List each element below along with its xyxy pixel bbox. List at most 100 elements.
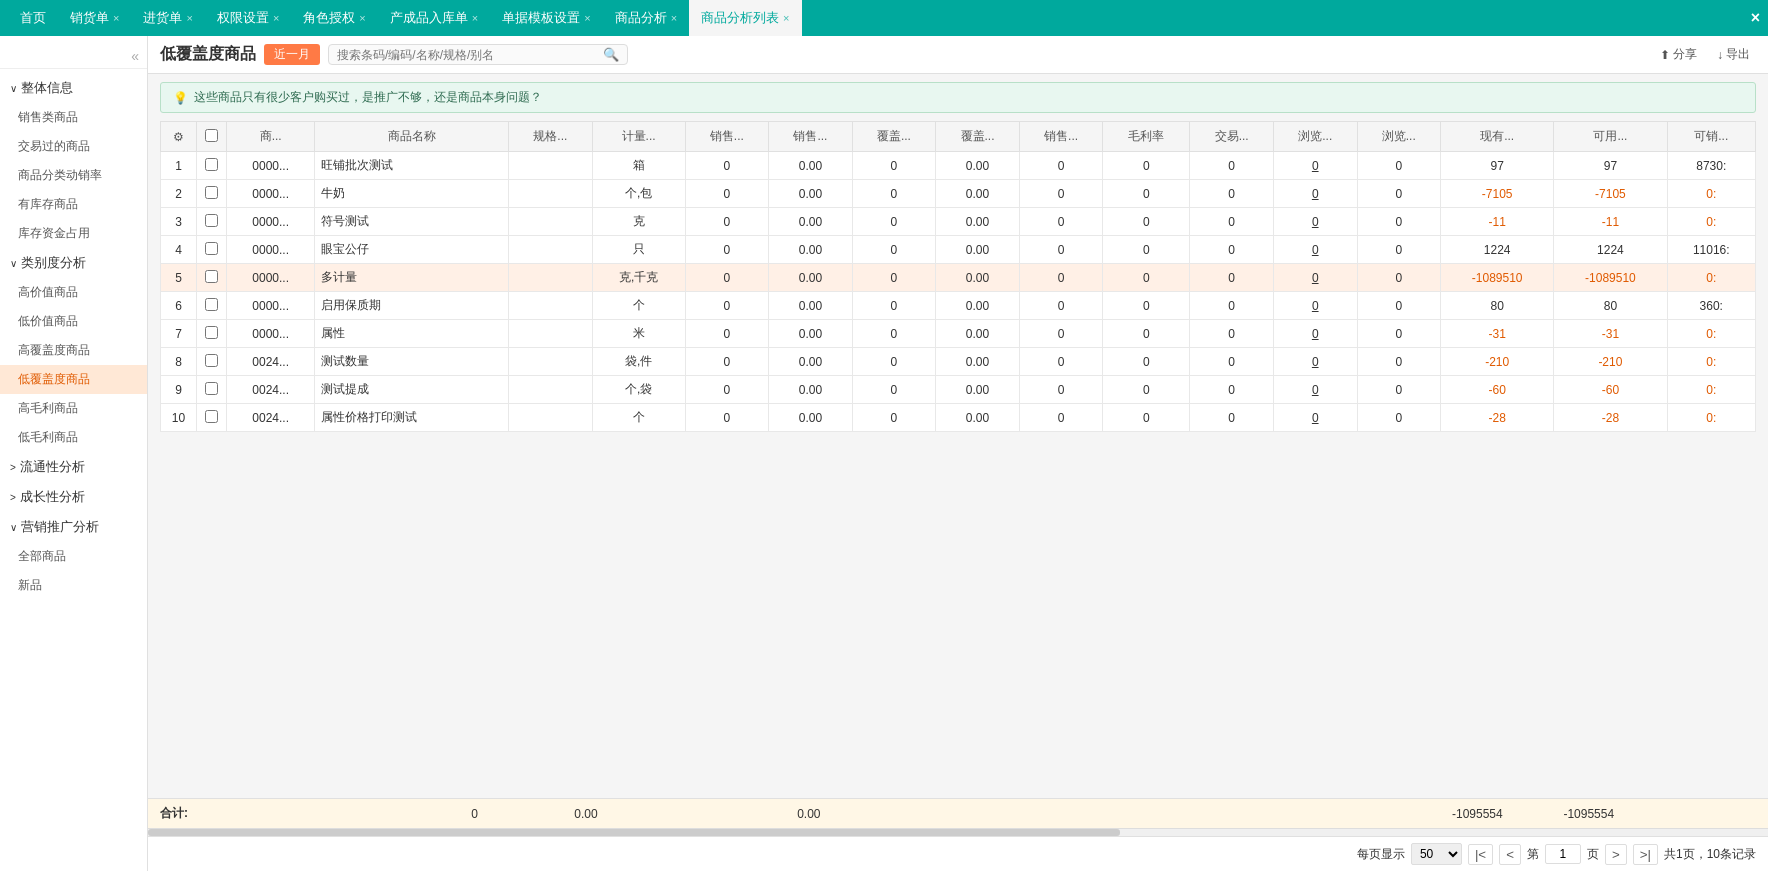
th-code[interactable]: 商... [227, 122, 315, 152]
sidebar-item-low-margin[interactable]: 低毛利商品 [0, 423, 147, 452]
nav-tab-sales[interactable]: 销货单 × [58, 0, 131, 36]
table-area[interactable]: ⚙ 商... 商品名称 规格... 计量... 销售... 销售... 覆盖..… [148, 121, 1768, 798]
sidebar-item-traded-goods[interactable]: 交易过的商品 [0, 132, 147, 161]
close-all-button[interactable]: × [1751, 9, 1760, 27]
prev-page-button[interactable]: < [1499, 844, 1521, 865]
close-icon[interactable]: × [273, 12, 279, 24]
sidebar-item-low-coverage[interactable]: 低覆盖度商品 [0, 365, 147, 394]
close-icon[interactable]: × [359, 12, 365, 24]
time-filter-button[interactable]: 近一月 [264, 44, 320, 65]
nav-tab-analysis-list[interactable]: 商品分析列表 × [689, 0, 801, 36]
close-icon[interactable]: × [584, 12, 590, 24]
row-gross-margin: 0 [1103, 348, 1190, 376]
row-browse1[interactable]: 0 [1273, 236, 1357, 264]
sidebar-item-stock-capital[interactable]: 库存资金占用 [0, 219, 147, 248]
table-row[interactable]: 8 0024... 测试数量 袋,件 0 0.00 0 0.00 0 0 0 0… [161, 348, 1756, 376]
row-checkbox[interactable] [197, 236, 227, 264]
table-row[interactable]: 4 0000... 眼宝公仔 只 0 0.00 0 0.00 0 0 0 0 0… [161, 236, 1756, 264]
sidebar-item-low-value[interactable]: 低价值商品 [0, 307, 147, 336]
sidebar-item-high-coverage[interactable]: 高覆盖度商品 [0, 336, 147, 365]
last-page-button[interactable]: >| [1633, 844, 1658, 865]
row-checkbox[interactable] [197, 264, 227, 292]
sidebar-section-overall[interactable]: ∨ 整体信息 [0, 73, 147, 103]
table-row[interactable]: 2 0000... 牛奶 个,包 0 0.00 0 0.00 0 0 0 0 0… [161, 180, 1756, 208]
search-icon[interactable]: 🔍 [603, 47, 619, 62]
th-sales-amt[interactable]: 销售... [769, 122, 853, 152]
sidebar-item-new-goods[interactable]: 新品 [0, 571, 147, 600]
sidebar-section-category[interactable]: ∨ 类别度分析 [0, 248, 147, 278]
nav-tab-template[interactable]: 单据模板设置 × [490, 0, 602, 36]
close-icon[interactable]: × [783, 12, 789, 24]
row-browse1[interactable]: 0 [1273, 320, 1357, 348]
th-trade[interactable]: 交易... [1190, 122, 1274, 152]
next-page-button[interactable]: > [1605, 844, 1627, 865]
table-row[interactable]: 6 0000... 启用保质期 个 0 0.00 0 0.00 0 0 0 0 … [161, 292, 1756, 320]
row-browse1[interactable]: 0 [1273, 264, 1357, 292]
nav-tab-home[interactable]: 首页 [8, 0, 58, 36]
sidebar-section-liquidity[interactable]: > 流通性分析 [0, 452, 147, 482]
row-checkbox[interactable] [197, 404, 227, 432]
sidebar-item-high-margin[interactable]: 高毛利商品 [0, 394, 147, 423]
th-name[interactable]: 商品名称 [315, 122, 509, 152]
select-all-checkbox[interactable] [205, 129, 218, 142]
sidebar-section-marketing[interactable]: ∨ 营销推广分析 [0, 512, 147, 542]
close-icon[interactable]: × [472, 12, 478, 24]
row-browse1[interactable]: 0 [1273, 208, 1357, 236]
row-checkbox[interactable] [197, 320, 227, 348]
sidebar-section-growth[interactable]: > 成长性分析 [0, 482, 147, 512]
table-row[interactable]: 10 0024... 属性价格打印测试 个 0 0.00 0 0.00 0 0 … [161, 404, 1756, 432]
table-row[interactable]: 7 0000... 属性 米 0 0.00 0 0.00 0 0 0 0 0 -… [161, 320, 1756, 348]
nav-tab-permissions[interactable]: 权限设置 × [205, 0, 291, 36]
sidebar-item-stocked-goods[interactable]: 有库存商品 [0, 190, 147, 219]
table-row[interactable]: 3 0000... 符号测试 克 0 0.00 0 0.00 0 0 0 0 0… [161, 208, 1756, 236]
row-browse1[interactable]: 0 [1273, 404, 1357, 432]
close-icon[interactable]: × [186, 12, 192, 24]
sidebar-item-category-rate[interactable]: 商品分类动销率 [0, 161, 147, 190]
th-unit[interactable]: 计量... [592, 122, 685, 152]
row-browse1[interactable]: 0 [1273, 180, 1357, 208]
th-sales-qty[interactable]: 销售... [685, 122, 769, 152]
nav-tab-warehouse[interactable]: 产成品入库单 × [378, 0, 490, 36]
settings-icon[interactable]: ⚙ [173, 130, 184, 144]
share-button[interactable]: ⬆ 分享 [1654, 44, 1703, 65]
th-sales-count[interactable]: 销售... [1019, 122, 1103, 152]
th-settings[interactable]: ⚙ [161, 122, 197, 152]
th-spec[interactable]: 规格... [509, 122, 593, 152]
th-stock-now[interactable]: 现有... [1441, 122, 1554, 152]
sidebar-item-sales-goods[interactable]: 销售类商品 [0, 103, 147, 132]
close-icon[interactable]: × [113, 12, 119, 24]
row-trade: 0 [1190, 292, 1274, 320]
row-browse1[interactable]: 0 [1273, 348, 1357, 376]
sidebar-item-all-goods[interactable]: 全部商品 [0, 542, 147, 571]
table-row[interactable]: 1 0000... 旺铺批次测试 箱 0 0.00 0 0.00 0 0 0 0… [161, 152, 1756, 180]
search-input[interactable] [337, 48, 603, 62]
export-button[interactable]: ↓ 导出 [1711, 44, 1756, 65]
row-checkbox[interactable] [197, 348, 227, 376]
th-cover2[interactable]: 覆盖... [936, 122, 1020, 152]
th-gross-margin[interactable]: 毛利率 [1103, 122, 1190, 152]
row-checkbox[interactable] [197, 208, 227, 236]
th-cover1[interactable]: 覆盖... [852, 122, 936, 152]
row-browse1[interactable]: 0 [1273, 152, 1357, 180]
table-row[interactable]: 9 0024... 测试提成 个,袋 0 0.00 0 0.00 0 0 0 0… [161, 376, 1756, 404]
nav-tab-analysis[interactable]: 商品分析 × [603, 0, 689, 36]
th-stock-sale[interactable]: 可销... [1667, 122, 1755, 152]
row-checkbox[interactable] [197, 376, 227, 404]
nav-tab-role[interactable]: 角色授权 × [291, 0, 377, 36]
close-icon[interactable]: × [671, 12, 677, 24]
page-number-input[interactable] [1545, 844, 1581, 864]
table-row[interactable]: 5 0000... 多计量 克,千克 0 0.00 0 0.00 0 0 0 0… [161, 264, 1756, 292]
row-checkbox[interactable] [197, 180, 227, 208]
row-browse1[interactable]: 0 [1273, 292, 1357, 320]
th-browse1[interactable]: 浏览... [1273, 122, 1357, 152]
row-checkbox[interactable] [197, 152, 227, 180]
first-page-button[interactable]: |< [1468, 844, 1493, 865]
th-browse2[interactable]: 浏览... [1357, 122, 1441, 152]
row-browse1[interactable]: 0 [1273, 376, 1357, 404]
sidebar-item-high-value[interactable]: 高价值商品 [0, 278, 147, 307]
sidebar-collapse-btn[interactable]: « [131, 48, 139, 64]
per-page-select[interactable]: 50 100 200 [1411, 843, 1462, 865]
th-stock-avail[interactable]: 可用... [1554, 122, 1667, 152]
nav-tab-purchase[interactable]: 进货单 × [131, 0, 204, 36]
row-checkbox[interactable] [197, 292, 227, 320]
